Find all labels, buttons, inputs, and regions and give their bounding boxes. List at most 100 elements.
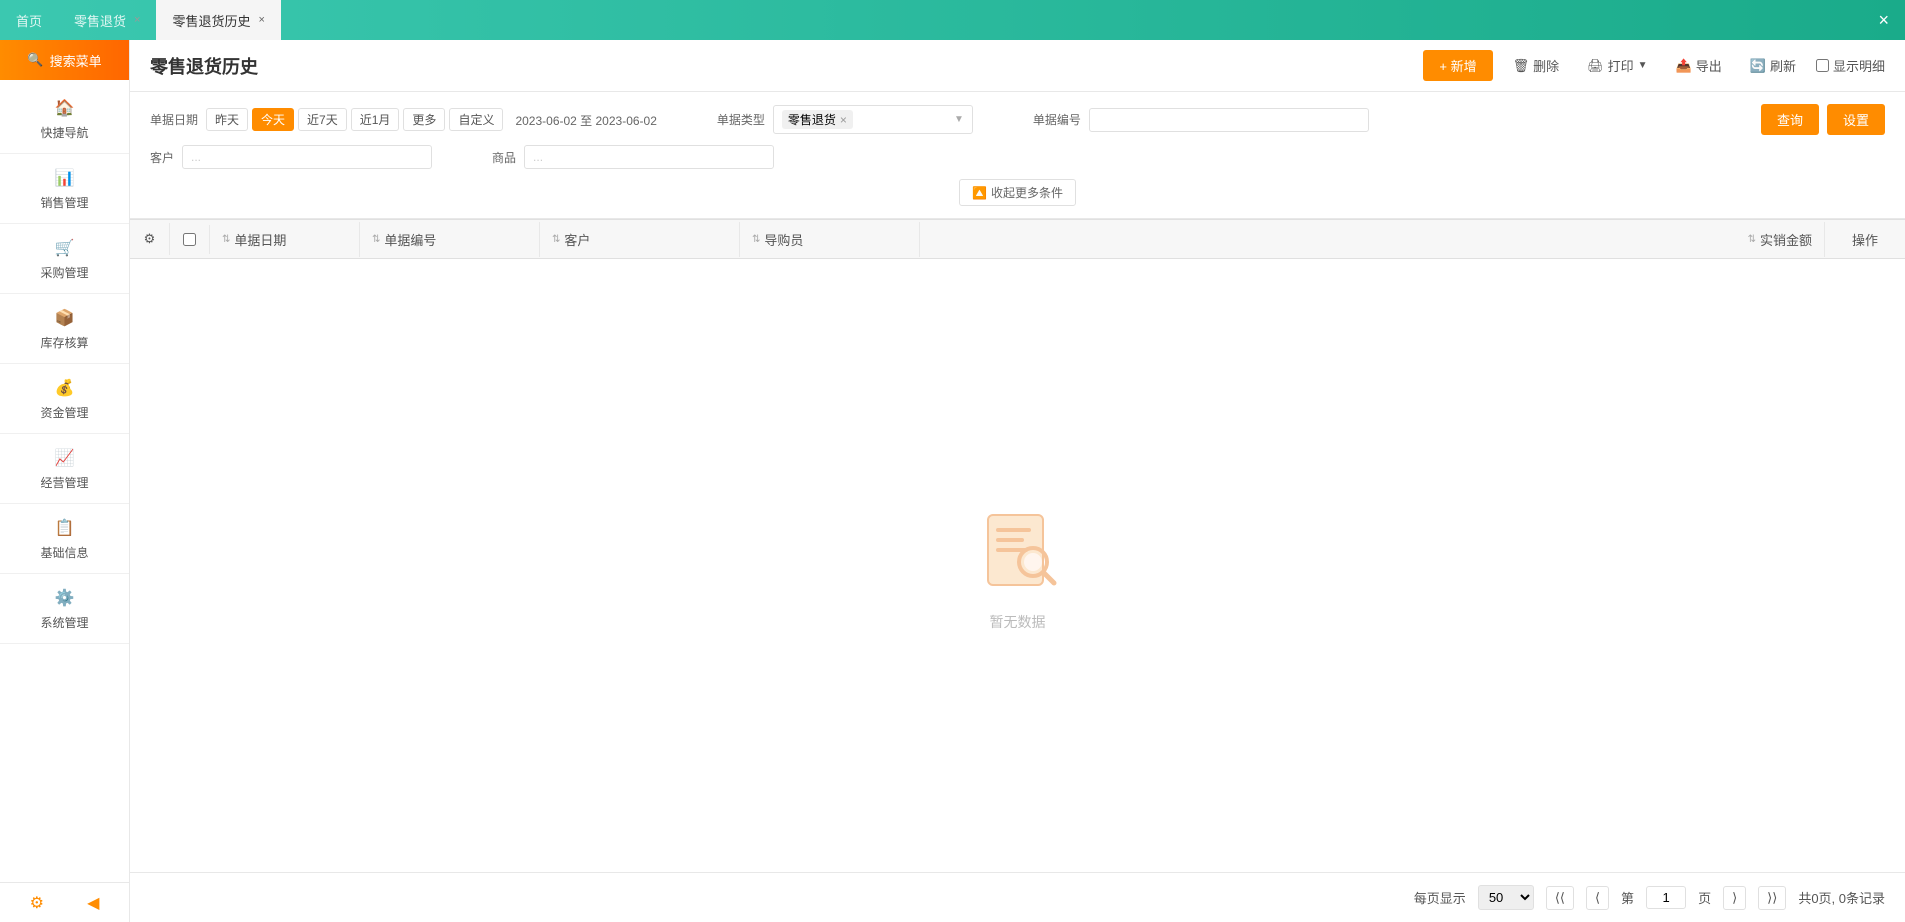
sidebar-item-quick-nav-label: 快捷导航 (40, 124, 88, 141)
refresh-icon: 🔄 (1750, 58, 1766, 74)
tab-retail-return-history[interactable]: 零售退货历史 × (156, 0, 280, 40)
type-tag-value: 零售退货 (788, 111, 836, 128)
date-btn-today[interactable]: 今天 (252, 108, 294, 131)
th-no[interactable]: ⇅ 单据编号 (360, 222, 540, 257)
refresh-button[interactable]: 🔄 刷新 (1742, 52, 1804, 79)
goods-filter: 商品 ... (492, 145, 774, 169)
th-no-sort-icon: ⇅ (372, 234, 380, 245)
sidebar-item-purchase[interactable]: 🛒 采购管理 (0, 224, 129, 294)
last-page-button[interactable]: ⟩⟩ (1758, 886, 1786, 910)
window-close-button[interactable]: × (1862, 10, 1905, 31)
top-bar: 首页 零售退货 × 零售退货历史 × × (0, 0, 1905, 40)
page-number-input[interactable] (1646, 886, 1686, 909)
customer-input[interactable]: ... (182, 145, 432, 169)
date-btn-7days[interactable]: 近7天 (298, 108, 347, 131)
collapse-up-icon: 🔼 (972, 186, 987, 200)
th-date[interactable]: ⇅ 单据日期 (210, 222, 360, 257)
tab-home-label: 首页 (16, 11, 42, 30)
date-btn-1month[interactable]: 近1月 (351, 108, 400, 131)
export-button[interactable]: 📤 导出 (1668, 52, 1730, 79)
tab-retail-return[interactable]: 零售退货 × (58, 0, 156, 40)
type-select[interactable]: 零售退货 × ▼ (773, 105, 973, 134)
select-all-checkbox[interactable] (183, 233, 196, 246)
number-input[interactable] (1089, 108, 1369, 132)
table-header: ⚙ ⇅ 单据日期 ⇅ 单据编号 ⇅ 客户 ⇅ (130, 219, 1905, 259)
sidebar-toggle-btn[interactable]: ◀ (87, 893, 99, 913)
date-filter: 单据日期 昨天 今天 近7天 近1月 更多 自定义 2023-06-02 至 2… (150, 108, 657, 131)
settings-gear-icon: ⚙ (144, 231, 156, 247)
sidebar-item-finance-label: 资金管理 (40, 404, 88, 421)
sidebar-item-basic-info[interactable]: 📋 基础信息 (0, 504, 129, 574)
tab-home[interactable]: 首页 (0, 0, 58, 40)
date-label: 单据日期 (150, 111, 198, 128)
number-label: 单据编号 (1033, 111, 1081, 128)
collapse-label: 收起更多条件 (991, 184, 1063, 201)
table-section: ⚙ ⇅ 单据日期 ⇅ 单据编号 ⇅ 客户 ⇅ (130, 219, 1905, 872)
th-action: 操作 (1825, 222, 1905, 257)
page-label: 第 (1621, 888, 1634, 907)
goods-input[interactable]: ... (524, 145, 774, 169)
goods-label: 商品 (492, 149, 516, 166)
next-page-button[interactable]: ⟩ (1723, 886, 1746, 910)
th-amount[interactable]: ⇅ 实销金额 (920, 222, 1825, 257)
type-label: 单据类型 (717, 111, 765, 128)
th-guide[interactable]: ⇅ 导购员 (740, 222, 920, 257)
sidebar-search[interactable]: 🔍 搜索菜单 (0, 40, 129, 80)
collapse-button[interactable]: 🔼 收起更多条件 (959, 179, 1076, 206)
purchase-icon: 🛒 (53, 236, 77, 260)
tab-retail-return-history-close[interactable]: × (258, 14, 264, 26)
page-title: 零售退货历史 (150, 53, 258, 79)
sidebar-item-quick-nav[interactable]: 🏠 快捷导航 (0, 84, 129, 154)
header-actions: + 新增 🗑 删除 🖨 打印 ▼ 📤 导出 🔄 刷新 (1423, 50, 1885, 81)
date-btn-yesterday[interactable]: 昨天 (206, 108, 248, 131)
first-page-button[interactable]: ⟨⟨ (1546, 886, 1574, 910)
filter-row-1: 单据日期 昨天 今天 近7天 近1月 更多 自定义 2023-06-02 至 2… (150, 104, 1885, 135)
tab-retail-return-close[interactable]: × (134, 14, 140, 26)
th-action-label: 操作 (1852, 230, 1878, 249)
export-icon: 📤 (1676, 58, 1692, 74)
goods-placeholder: ... (533, 150, 543, 164)
page-unit: 页 (1698, 888, 1711, 907)
customer-placeholder: ... (191, 150, 201, 164)
th-check[interactable] (170, 225, 210, 254)
date-buttons: 昨天 今天 近7天 近1月 更多 自定义 (206, 108, 503, 131)
sidebar-menu: 🏠 快捷导航 📊 销售管理 🛒 采购管理 📦 库存核算 💰 资金管理 📈 (0, 80, 129, 882)
sidebar-item-sales-label: 销售管理 (40, 194, 88, 211)
sidebar-item-inventory[interactable]: 📦 库存核算 (0, 294, 129, 364)
filter-section: 单据日期 昨天 今天 近7天 近1月 更多 自定义 2023-06-02 至 2… (130, 92, 1905, 219)
sidebar-item-finance[interactable]: 💰 资金管理 (0, 364, 129, 434)
th-settings[interactable]: ⚙ (130, 223, 170, 255)
type-filter: 单据类型 零售退货 × ▼ (717, 105, 973, 134)
print-label: 打印 (1608, 56, 1634, 75)
th-customer[interactable]: ⇅ 客户 (540, 222, 740, 257)
prev-page-button[interactable]: ⟨ (1586, 886, 1609, 910)
settings-button[interactable]: 设置 (1827, 104, 1885, 135)
th-amount-sort-icon: ⇅ (1748, 234, 1756, 245)
sidebar-item-operations-label: 经营管理 (40, 474, 88, 491)
page-header: 零售退货历史 + 新增 🗑 删除 🖨 打印 ▼ 📤 导出 🔄 (130, 40, 1905, 92)
display-detail-checkbox[interactable]: 显示明细 (1816, 56, 1885, 75)
sidebar-item-purchase-label: 采购管理 (40, 264, 88, 281)
type-select-dropdown-icon: ▼ (954, 114, 964, 125)
sidebar-settings-btn[interactable]: ⚙ (30, 893, 44, 913)
sidebar-item-system[interactable]: ⚙️ 系统管理 (0, 574, 129, 644)
tab-bar: 首页 零售退货 × 零售退货历史 × (0, 0, 1862, 40)
total-records: 共0页, 0条记录 (1798, 888, 1885, 907)
date-btn-more[interactable]: 更多 (403, 108, 445, 131)
display-detail-input[interactable] (1816, 59, 1829, 72)
page-size-select[interactable]: 10 20 50 100 (1478, 885, 1534, 910)
filter-row-2: 客户 ... 商品 ... (150, 145, 1885, 169)
sidebar-item-operations[interactable]: 📈 经营管理 (0, 434, 129, 504)
sidebar-item-inventory-label: 库存核算 (40, 334, 88, 351)
date-btn-custom[interactable]: 自定义 (449, 108, 503, 131)
refresh-label: 刷新 (1770, 56, 1796, 75)
add-button[interactable]: + 新增 (1423, 50, 1492, 81)
sidebar-item-sales[interactable]: 📊 销售管理 (0, 154, 129, 224)
print-button[interactable]: 🖨 打印 ▼ (1579, 52, 1655, 79)
sidebar-search-label: 搜索菜单 (50, 51, 102, 70)
query-button[interactable]: 查询 (1761, 104, 1819, 135)
delete-button[interactable]: 🗑 删除 (1505, 52, 1568, 79)
sidebar-item-system-label: 系统管理 (40, 614, 88, 631)
type-tag-remove[interactable]: × (840, 113, 847, 127)
delete-label: 删除 (1533, 56, 1559, 75)
